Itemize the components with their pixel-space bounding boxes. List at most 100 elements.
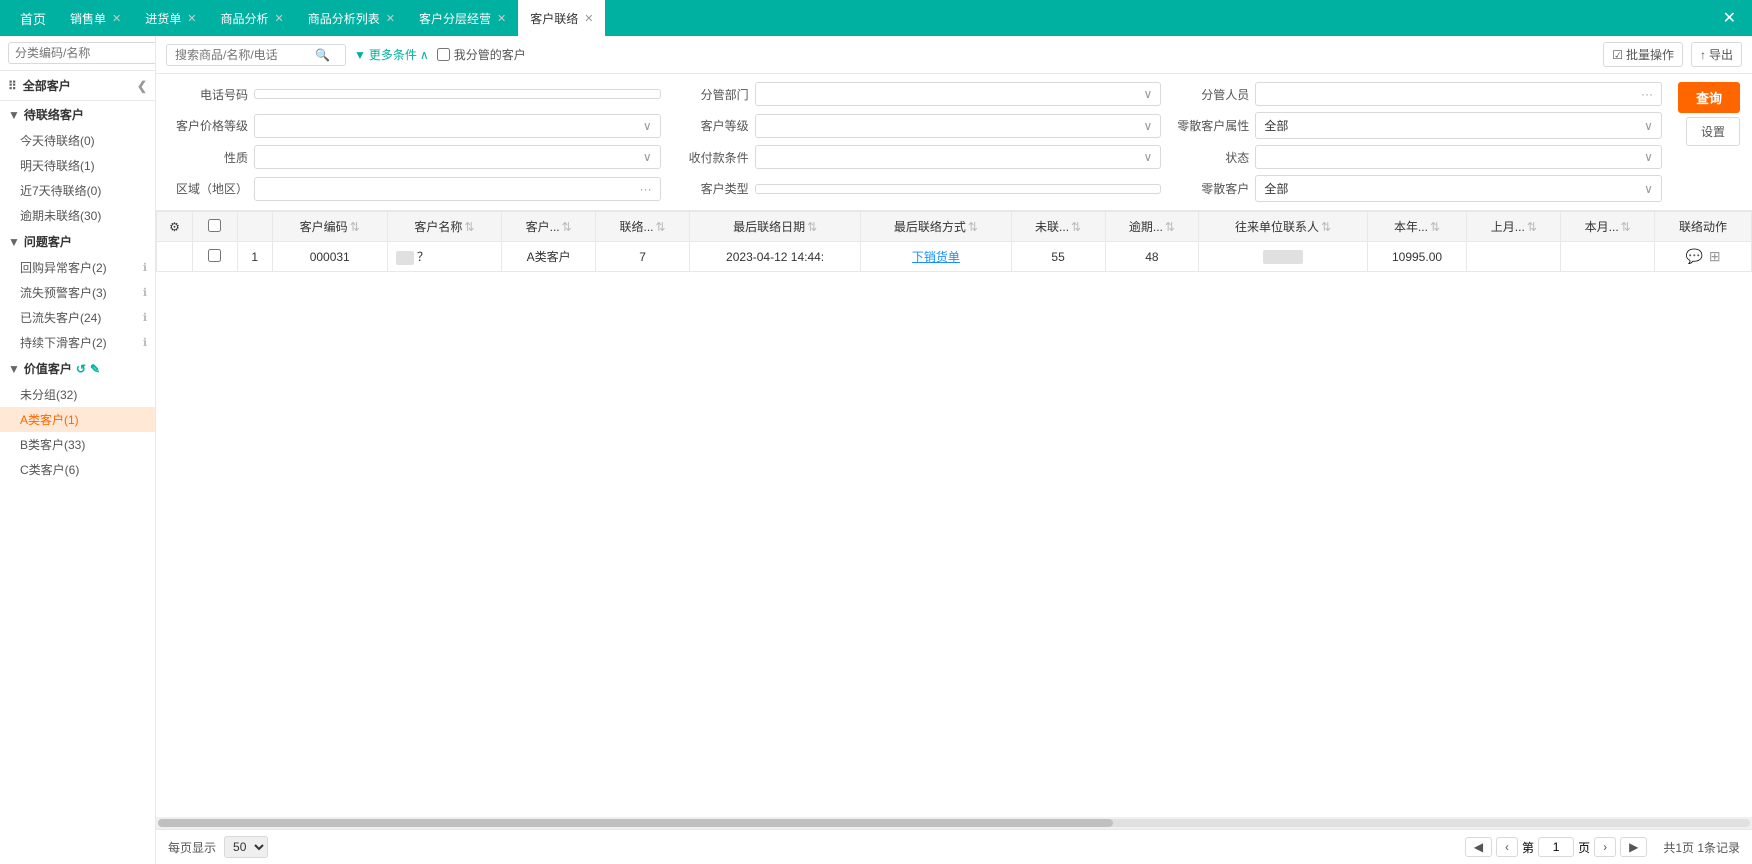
sort-this-month-icon[interactable]: ⇅ — [1621, 220, 1631, 234]
sidebar-item-a-class[interactable]: A类客户(1) — [0, 407, 155, 432]
prev-page-button[interactable]: ‹ — [1496, 837, 1518, 857]
query-button[interactable]: 查询 — [1678, 82, 1740, 113]
region-input[interactable]: ··· — [254, 177, 661, 201]
my-customers-check[interactable] — [437, 48, 450, 61]
th-overdue[interactable]: 逾期...⇅ — [1105, 212, 1199, 242]
my-customers-checkbox[interactable]: 我分管的客户 — [437, 46, 526, 63]
customer-grade-select[interactable]: ∨ — [755, 114, 1162, 138]
td-code[interactable]: 000031 — [272, 242, 387, 272]
payment-select[interactable]: ∨ — [755, 145, 1162, 169]
sidebar-collapse-button[interactable]: ❮ — [137, 79, 147, 93]
tab-purchase[interactable]: 进货单 ✕ — [133, 0, 208, 36]
th-company-contact[interactable]: 往来单位联系人⇅ — [1199, 212, 1367, 242]
home-tab[interactable]: 首页 — [8, 0, 58, 36]
export-button[interactable]: ↑ 导出 — [1691, 42, 1742, 67]
qr-icon[interactable]: ⊞ — [1709, 248, 1721, 265]
th-contact[interactable]: 联络...⇅ — [596, 212, 690, 242]
arrow-icon: ▼ — [8, 108, 20, 122]
sort-last-way-icon[interactable]: ⇅ — [968, 220, 978, 234]
th-name[interactable]: 客户名称⇅ — [387, 212, 502, 242]
more-conditions-button[interactable]: ▼ 更多条件 ∧ — [354, 46, 429, 63]
sidebar-item-churned[interactable]: 已流失客户(24) ℹ — [0, 305, 155, 330]
refresh-icon[interactable]: ↺ — [76, 362, 86, 376]
sort-name-icon[interactable]: ⇅ — [464, 220, 474, 234]
sidebar-item-tomorrow[interactable]: 明天待联络(1) — [0, 153, 155, 178]
sort-code-icon[interactable]: ⇅ — [350, 220, 360, 234]
td-name[interactable]: ？ — [387, 242, 502, 272]
section-value-customers[interactable]: ▼ 价值客户 ↺ ✎ — [0, 355, 155, 382]
sidebar-item-overdue[interactable]: 逾期未联络(30) — [0, 203, 155, 228]
filter-search-icon[interactable]: 🔍 — [315, 48, 330, 62]
sidebar-item-declining[interactable]: 持续下滑客户(2) ℹ — [0, 330, 155, 355]
price-grade-select[interactable]: ∨ — [254, 114, 661, 138]
filter-search-input[interactable] — [175, 48, 315, 62]
retail-attr-select[interactable]: 全部 ∨ — [1255, 112, 1662, 139]
close-customer-seg-tab[interactable]: ✕ — [497, 12, 506, 25]
sort-this-year-icon[interactable]: ⇅ — [1430, 220, 1440, 234]
tab-customer-segmentation[interactable]: 客户分层经营 ✕ — [407, 0, 518, 36]
sidebar-item-today[interactable]: 今天待联络(0) — [0, 128, 155, 153]
sidebar-item-repurchase-abnormal[interactable]: 回购异常客户(2) ℹ — [0, 255, 155, 280]
tab-product-analysis[interactable]: 商品分析 ✕ — [208, 0, 295, 36]
th-last-date[interactable]: 最后联络日期⇅ — [689, 212, 860, 242]
sort-last-date-icon[interactable]: ⇅ — [807, 220, 817, 234]
customer-table-container: ⚙ 客户编码⇅ 客户名称⇅ 客户...⇅ 联络...⇅ 最后联络日期⇅ 最后联络… — [156, 211, 1752, 817]
th-settings[interactable]: ⚙ — [157, 212, 193, 242]
sort-grade-icon[interactable]: ⇅ — [562, 220, 572, 234]
th-code[interactable]: 客户编码⇅ — [272, 212, 387, 242]
retail-select[interactable]: 全部 ∨ — [1255, 175, 1662, 202]
sort-contact-icon[interactable]: ⇅ — [656, 220, 666, 234]
sidebar-search-input[interactable] — [8, 42, 156, 64]
all-customers-header[interactable]: ⠿ 全部客户 ❮ — [0, 71, 155, 101]
th-this-month[interactable]: 本月...⇅ — [1561, 212, 1655, 242]
page-number-input[interactable] — [1538, 837, 1574, 857]
page-size-select[interactable]: 50 — [224, 836, 268, 858]
status-select[interactable]: ∨ — [1255, 145, 1662, 169]
th-last-month[interactable]: 上月...⇅ — [1467, 212, 1561, 242]
sidebar-item-b-class[interactable]: B类客户(33) — [0, 432, 155, 457]
close-product-analysis-tab[interactable]: ✕ — [275, 12, 284, 25]
last-page-button[interactable]: ▶ — [1620, 837, 1647, 857]
close-customer-contact-tab[interactable]: ✕ — [584, 12, 593, 25]
person-input[interactable]: ··· — [1255, 82, 1662, 106]
window-close-button[interactable]: ✕ — [1715, 8, 1744, 28]
scroll-thumb[interactable] — [158, 819, 1113, 827]
first-page-button[interactable]: ◀ — [1465, 837, 1492, 857]
batch-operation-button[interactable]: ☑ 批量操作 — [1603, 42, 1683, 67]
edit-icon[interactable]: ✎ — [90, 362, 100, 376]
row-checkbox[interactable] — [208, 249, 221, 262]
phone-input[interactable] — [254, 89, 661, 99]
page-size-label: 每页显示 — [168, 839, 216, 856]
select-all-checkbox[interactable] — [208, 219, 221, 232]
nature-select[interactable]: ∨ — [254, 145, 661, 169]
tab-customer-contact[interactable]: 客户联络 ✕ — [518, 0, 605, 36]
sort-last-month-icon[interactable]: ⇅ — [1527, 220, 1537, 234]
th-checkbox — [193, 212, 238, 242]
setting-button[interactable]: 设置 — [1686, 117, 1740, 146]
th-last-way[interactable]: 最后联络方式⇅ — [861, 212, 1011, 242]
close-product-analysis-list-tab[interactable]: ✕ — [386, 12, 395, 25]
th-grade[interactable]: 客户...⇅ — [502, 212, 596, 242]
sort-overdue-icon[interactable]: ⇅ — [1165, 220, 1175, 234]
sidebar-item-7days[interactable]: 近7天待联络(0) — [0, 178, 155, 203]
next-page-button[interactable]: › — [1594, 837, 1616, 857]
close-purchase-tab[interactable]: ✕ — [187, 12, 196, 25]
sidebar-item-churn-warning[interactable]: 流失预警客户(3) ℹ — [0, 280, 155, 305]
tab-product-analysis-list[interactable]: 商品分析列表 ✕ — [296, 0, 407, 36]
th-no-contact[interactable]: 未联...⇅ — [1011, 212, 1105, 242]
section-pending-contact[interactable]: ▼ 待联络客户 — [0, 101, 155, 128]
td-last-way[interactable]: 下销货单 — [861, 242, 1011, 272]
th-this-year[interactable]: 本年...⇅ — [1367, 212, 1467, 242]
close-sales-tab[interactable]: ✕ — [112, 12, 121, 25]
filter-row-2: 客户价格等级 ∨ 客户等级 ∨ 零散客户属性 — [168, 112, 1662, 139]
sidebar-item-c-class[interactable]: C类客户(6) — [0, 457, 155, 482]
horizontal-scrollbar[interactable] — [156, 817, 1752, 829]
customer-type-input[interactable] — [755, 184, 1162, 194]
section-problem-customers[interactable]: ▼ 问题客户 — [0, 228, 155, 255]
sort-company-icon[interactable]: ⇅ — [1321, 220, 1331, 234]
tab-sales[interactable]: 销售单 ✕ — [58, 0, 133, 36]
department-select[interactable]: ∨ — [755, 82, 1162, 106]
chat-icon[interactable]: 💬 — [1685, 248, 1702, 265]
sidebar-item-unclassified[interactable]: 未分组(32) — [0, 382, 155, 407]
sort-no-contact-icon[interactable]: ⇅ — [1071, 220, 1081, 234]
